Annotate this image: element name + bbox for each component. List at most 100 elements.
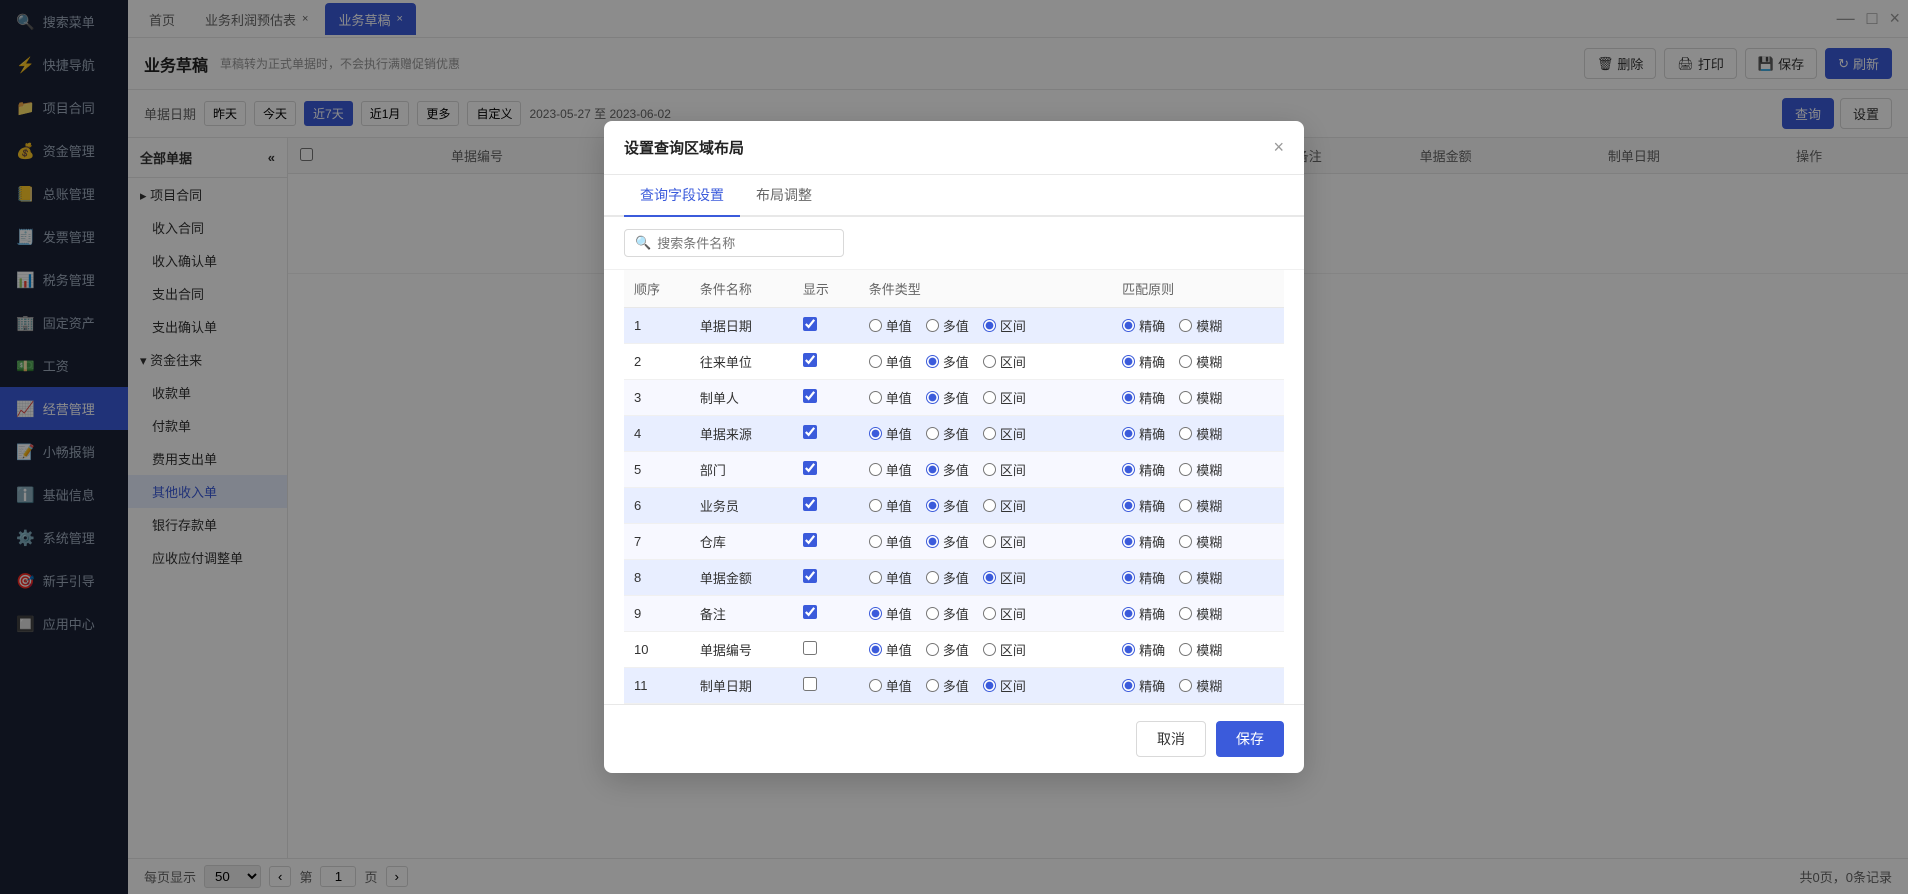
type-radio-label[interactable]: 单值 xyxy=(869,388,912,407)
type-radio-label[interactable]: 单值 xyxy=(869,424,912,443)
type-radio-label[interactable]: 单值 xyxy=(869,460,912,479)
show-checkbox[interactable] xyxy=(803,677,817,691)
match-radio-label[interactable]: 模糊 xyxy=(1179,388,1222,407)
match-radio-label[interactable]: 精确 xyxy=(1122,352,1165,371)
match-radio[interactable] xyxy=(1179,499,1192,512)
match-radio-label[interactable]: 模糊 xyxy=(1179,352,1222,371)
match-radio[interactable] xyxy=(1179,571,1192,584)
type-radio[interactable] xyxy=(869,463,882,476)
type-radio-label[interactable]: 单值 xyxy=(869,640,912,659)
type-radio-label[interactable]: 区间 xyxy=(983,424,1026,443)
type-radio[interactable] xyxy=(926,607,939,620)
match-radio[interactable] xyxy=(1179,319,1192,332)
show-checkbox[interactable] xyxy=(803,533,817,547)
match-radio[interactable] xyxy=(1122,571,1135,584)
type-radio-label[interactable]: 区间 xyxy=(983,532,1026,551)
type-radio-label[interactable]: 区间 xyxy=(983,352,1026,371)
match-radio-label[interactable]: 模糊 xyxy=(1179,496,1222,515)
type-radio[interactable] xyxy=(926,535,939,548)
match-radio[interactable] xyxy=(1122,355,1135,368)
type-radio[interactable] xyxy=(983,571,996,584)
type-radio[interactable] xyxy=(926,643,939,656)
type-radio[interactable] xyxy=(869,571,882,584)
match-radio-label[interactable]: 模糊 xyxy=(1179,568,1222,587)
match-radio[interactable] xyxy=(1179,391,1192,404)
match-radio-label[interactable]: 精确 xyxy=(1122,532,1165,551)
type-radio[interactable] xyxy=(983,391,996,404)
type-radio[interactable] xyxy=(983,355,996,368)
type-radio[interactable] xyxy=(983,643,996,656)
type-radio[interactable] xyxy=(869,355,882,368)
dialog-tab-layout[interactable]: 布局调整 xyxy=(740,175,828,217)
type-radio[interactable] xyxy=(926,571,939,584)
type-radio[interactable] xyxy=(869,499,882,512)
match-radio[interactable] xyxy=(1179,355,1192,368)
type-radio[interactable] xyxy=(869,319,882,332)
type-radio-label[interactable]: 区间 xyxy=(983,676,1026,695)
match-radio-label[interactable]: 精确 xyxy=(1122,460,1165,479)
match-radio[interactable] xyxy=(1179,463,1192,476)
type-radio-label[interactable]: 单值 xyxy=(869,496,912,515)
match-radio[interactable] xyxy=(1122,535,1135,548)
type-radio-label[interactable]: 多值 xyxy=(926,388,969,407)
type-radio[interactable] xyxy=(869,607,882,620)
type-radio-label[interactable]: 单值 xyxy=(869,532,912,551)
type-radio-label[interactable]: 多值 xyxy=(926,568,969,587)
type-radio-label[interactable]: 单值 xyxy=(869,316,912,335)
type-radio-label[interactable]: 多值 xyxy=(926,496,969,515)
match-radio-label[interactable]: 模糊 xyxy=(1179,640,1222,659)
type-radio-label[interactable]: 多值 xyxy=(926,316,969,335)
match-radio-label[interactable]: 精确 xyxy=(1122,568,1165,587)
match-radio[interactable] xyxy=(1122,499,1135,512)
type-radio-label[interactable]: 区间 xyxy=(983,316,1026,335)
match-radio-label[interactable]: 模糊 xyxy=(1179,424,1222,443)
type-radio-label[interactable]: 多值 xyxy=(926,460,969,479)
match-radio-label[interactable]: 精确 xyxy=(1122,388,1165,407)
dialog-save-button[interactable]: 保存 xyxy=(1216,721,1284,757)
match-radio-label[interactable]: 模糊 xyxy=(1179,676,1222,695)
type-radio-label[interactable]: 多值 xyxy=(926,532,969,551)
match-radio[interactable] xyxy=(1122,427,1135,440)
match-radio-label[interactable]: 模糊 xyxy=(1179,460,1222,479)
show-checkbox[interactable] xyxy=(803,353,817,367)
type-radio[interactable] xyxy=(926,427,939,440)
type-radio[interactable] xyxy=(983,427,996,440)
match-radio-label[interactable]: 精确 xyxy=(1122,496,1165,515)
type-radio-label[interactable]: 区间 xyxy=(983,496,1026,515)
dialog-close-button[interactable]: × xyxy=(1273,137,1284,158)
match-radio[interactable] xyxy=(1122,643,1135,656)
type-radio[interactable] xyxy=(926,463,939,476)
type-radio-label[interactable]: 区间 xyxy=(983,568,1026,587)
type-radio-label[interactable]: 多值 xyxy=(926,604,969,623)
match-radio[interactable] xyxy=(1179,643,1192,656)
match-radio-label[interactable]: 模糊 xyxy=(1179,604,1222,623)
show-checkbox[interactable] xyxy=(803,605,817,619)
match-radio[interactable] xyxy=(1179,427,1192,440)
type-radio[interactable] xyxy=(983,535,996,548)
cancel-button[interactable]: 取消 xyxy=(1136,721,1206,757)
show-checkbox[interactable] xyxy=(803,569,817,583)
type-radio[interactable] xyxy=(869,391,882,404)
dialog-search-input[interactable] xyxy=(657,236,833,251)
show-checkbox[interactable] xyxy=(803,425,817,439)
match-radio-label[interactable]: 精确 xyxy=(1122,604,1165,623)
type-radio-label[interactable]: 区间 xyxy=(983,640,1026,659)
match-radio-label[interactable]: 精确 xyxy=(1122,424,1165,443)
type-radio[interactable] xyxy=(983,679,996,692)
type-radio-label[interactable]: 单值 xyxy=(869,676,912,695)
match-radio[interactable] xyxy=(1179,679,1192,692)
type-radio[interactable] xyxy=(983,463,996,476)
show-checkbox[interactable] xyxy=(803,317,817,331)
match-radio[interactable] xyxy=(1179,535,1192,548)
type-radio-label[interactable]: 单值 xyxy=(869,604,912,623)
match-radio-label[interactable]: 模糊 xyxy=(1179,532,1222,551)
match-radio[interactable] xyxy=(1122,391,1135,404)
type-radio-label[interactable]: 区间 xyxy=(983,604,1026,623)
type-radio[interactable] xyxy=(869,427,882,440)
show-checkbox[interactable] xyxy=(803,497,817,511)
match-radio-label[interactable]: 精确 xyxy=(1122,640,1165,659)
type-radio-label[interactable]: 多值 xyxy=(926,676,969,695)
match-radio[interactable] xyxy=(1179,607,1192,620)
type-radio[interactable] xyxy=(983,607,996,620)
type-radio-label[interactable]: 单值 xyxy=(869,352,912,371)
